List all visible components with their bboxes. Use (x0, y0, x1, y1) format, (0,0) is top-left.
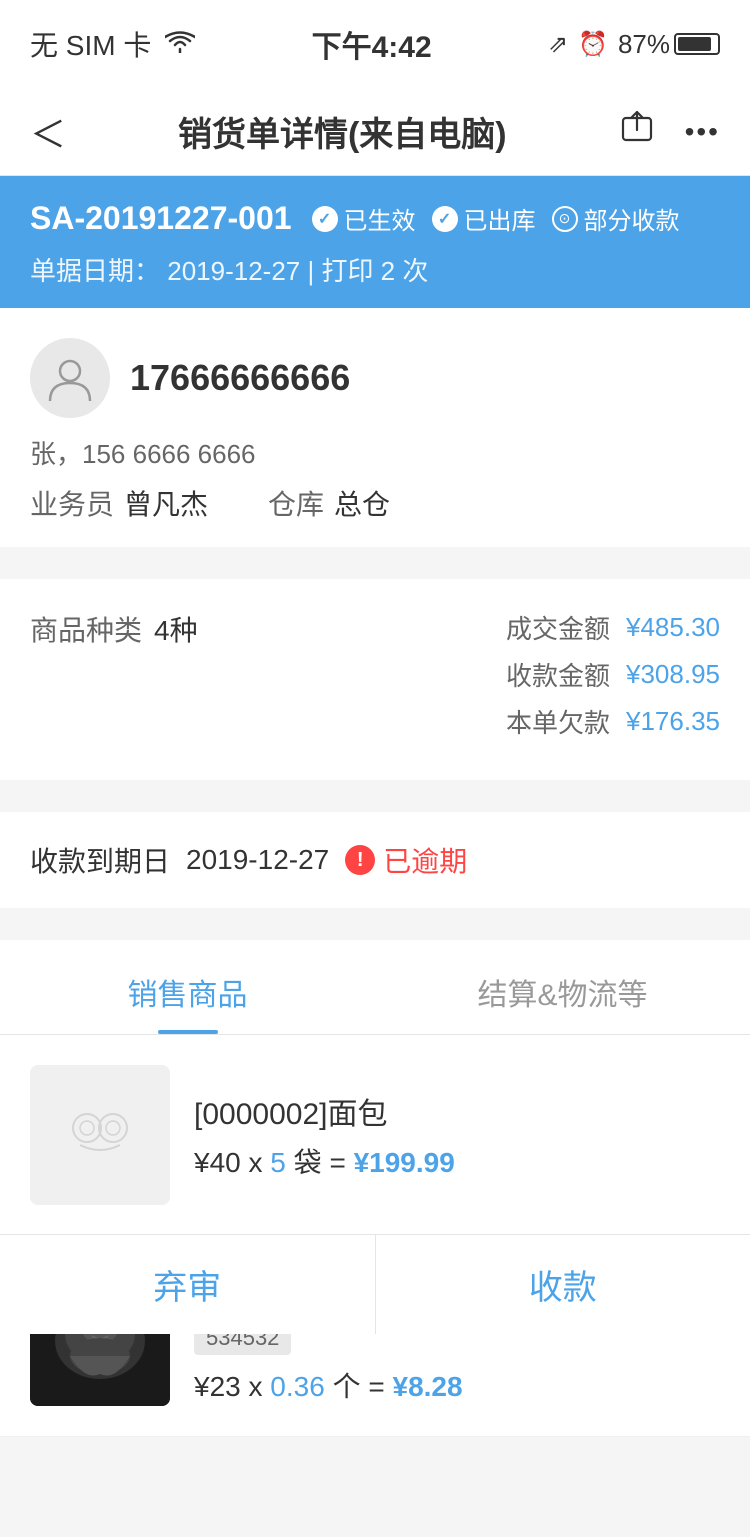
divider-3 (0, 924, 750, 940)
order-id: SA-20191227-001 (30, 200, 292, 237)
category-count: 4种 (154, 609, 198, 649)
deal-amount-row: 成交金额 ¥485.30 (506, 609, 720, 646)
product-total-1: ¥199.99 (354, 1147, 455, 1178)
summary-section: 商品种类 4种 成交金额 ¥485.30 收款金额 ¥308.95 本单欠款 ¥… (0, 579, 750, 780)
customer-meta: 业务员 曾凡杰 仓库 总仓 (30, 483, 720, 523)
warehouse-item: 仓库 总仓 (268, 483, 390, 523)
page-title: 销货单详情(来自电脑) (178, 107, 507, 156)
product-item-1: [0000002]面包 ¥40 x 5 袋 = ¥199.99 (0, 1035, 750, 1236)
bottom-spacer (0, 1437, 750, 1537)
alarm-icon: ⏰ (578, 30, 608, 59)
battery-percent: 87% (618, 29, 670, 60)
battery-bar (674, 33, 720, 55)
carrier-text: 无 SIM 卡 (30, 24, 151, 64)
warehouse-value: 总仓 (334, 483, 390, 523)
clock-icon: ⊙ (552, 206, 578, 232)
product-qty-1: 5 (270, 1147, 286, 1178)
location-icon: ⇗ (548, 30, 568, 59)
more-icon[interactable]: ••• (685, 116, 720, 148)
category-label: 商品种类 (30, 609, 142, 649)
product-thumb-1 (30, 1065, 170, 1205)
customer-name: 张，156 6666 6666 (30, 434, 720, 471)
abandon-review-button[interactable]: 弃审 (0, 1235, 376, 1334)
tabs-row: 销售商品 结算&物流等 (0, 940, 750, 1035)
status-bar: 无 SIM 卡 下午4:42 ⇗ ⏰ 87% (0, 0, 750, 88)
summary-right: 成交金额 ¥485.30 收款金额 ¥308.95 本单欠款 ¥176.35 (506, 609, 720, 750)
salesperson-item: 业务员 曾凡杰 (30, 483, 208, 523)
status-badges: ✓ 已生效 ✓ 已出库 ⊙ 部分收款 (312, 201, 680, 236)
collect-payment-button[interactable]: 收款 (376, 1235, 750, 1334)
customer-phone: 17666666666 (130, 357, 350, 399)
order-date-row: 单据日期： 2019-12-27 | 打印 2 次 (30, 251, 720, 288)
salesperson-value: 曾凡杰 (124, 483, 208, 523)
tabs-section: 销售商品 结算&物流等 (0, 940, 750, 1035)
badge-partial-paid: ⊙ 部分收款 (552, 201, 680, 236)
owed-amount-row: 本单欠款 ¥176.35 (506, 703, 720, 740)
received-amount-row: 收款金额 ¥308.95 (506, 656, 720, 693)
customer-section: 17666666666 张，156 6666 6666 业务员 曾凡杰 仓库 总… (0, 308, 750, 547)
battery-fill (678, 37, 711, 51)
divider-2 (0, 796, 750, 812)
product-info-1: [0000002]面包 ¥40 x 5 袋 = ¥199.99 (194, 1089, 720, 1181)
overdue-icon: ! (345, 845, 375, 875)
product-name-1: [0000002]面包 (194, 1089, 720, 1133)
status-left: 无 SIM 卡 (30, 24, 195, 64)
share-icon[interactable] (619, 110, 655, 153)
overdue-text: 已逾期 (383, 840, 467, 880)
deal-amount: ¥485.30 (626, 612, 720, 643)
summary-left: 商品种类 4种 (30, 609, 198, 657)
received-amount: ¥308.95 (626, 659, 720, 690)
status-time: 下午4:42 (312, 22, 432, 66)
product-total-2: ¥8.28 (393, 1371, 463, 1402)
nav-bar: ＜ 销货单详情(来自电脑) ••• (0, 88, 750, 176)
tab-settlement[interactable]: 结算&物流等 (375, 940, 750, 1034)
wifi-icon (165, 28, 195, 60)
back-button[interactable]: ＜ (30, 106, 66, 158)
product-price-2: ¥23 x 0.36 个 = ¥8.28 (194, 1365, 720, 1405)
divider-1 (0, 563, 750, 579)
product-price-1: ¥40 x 5 袋 = ¥199.99 (194, 1141, 720, 1181)
due-label: 收款到期日 (30, 840, 170, 880)
customer-avatar (30, 338, 110, 418)
battery-indicator: 87% (618, 29, 720, 60)
overdue-badge: ! 已逾期 (345, 840, 467, 880)
status-right: ⇗ ⏰ 87% (548, 29, 720, 60)
bottom-bar: 弃审 收款 (0, 1234, 750, 1334)
owed-amount: ¥176.35 (626, 706, 720, 737)
check-icon-1: ✓ (312, 206, 338, 232)
badge-shipped: ✓ 已出库 (432, 201, 536, 236)
due-section: 收款到期日 2019-12-27 ! 已逾期 (0, 812, 750, 908)
due-date: 2019-12-27 (186, 844, 329, 876)
product-qty-2: 0.36 (270, 1371, 325, 1402)
badge-activated: ✓ 已生效 (312, 201, 416, 236)
tab-sales-products[interactable]: 销售商品 (0, 940, 375, 1034)
nav-actions: ••• (619, 110, 720, 153)
check-icon-2: ✓ (432, 206, 458, 232)
order-header: SA-20191227-001 ✓ 已生效 ✓ 已出库 ⊙ 部分收款 单据日期：… (0, 176, 750, 308)
